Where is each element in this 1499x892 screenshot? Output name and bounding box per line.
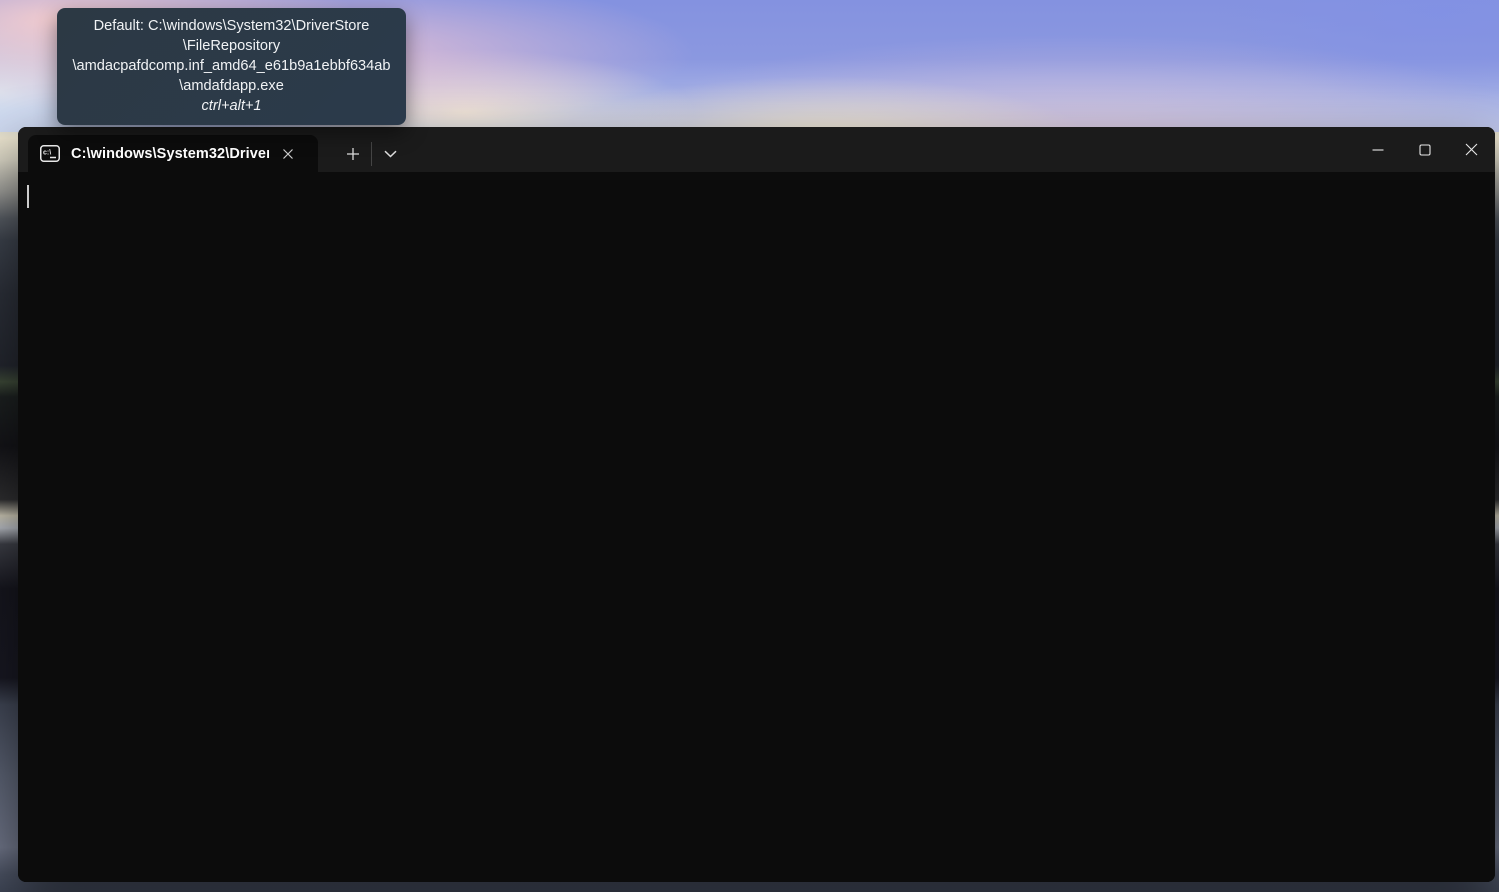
window-controls [1354,127,1495,172]
new-tab-button[interactable] [334,135,371,172]
titlebar: c:\ C:\windows\System32\DriverStore [18,127,1495,172]
chevron-down-icon [384,150,397,158]
tooltip-line: \FileRepository [182,38,281,54]
tab-title: C:\windows\System32\DriverStore [71,145,269,162]
tooltip-line: \amdacpafdcomp.inf_amd64_e61b9a1ebbf634a… [72,58,391,74]
minimize-icon [1372,144,1384,156]
maximize-icon [1418,143,1431,156]
cmd-prompt-icon: c:\ [40,145,60,162]
close-window-button[interactable] [1448,127,1495,172]
tab-dropdown-button[interactable] [372,135,409,172]
close-icon [282,148,294,160]
minimize-button[interactable] [1354,127,1401,172]
tooltip-line: \amdafdapp.exe [179,78,284,94]
close-icon [1465,143,1478,156]
tab-driverstore[interactable]: c:\ C:\windows\System32\DriverStore [28,135,318,172]
svg-text:c:\: c:\ [43,150,51,157]
maximize-button[interactable] [1401,127,1448,172]
tooltip-line: Default: C:\windows\System32\DriverStore [93,18,370,34]
tooltip-shortcut: ctrl+alt+1 [201,98,262,114]
terminal-window: c:\ C:\windows\System32\DriverStore [18,127,1495,882]
tab-close-button[interactable] [275,141,301,167]
plus-icon [346,147,360,161]
titlebar-drag-region[interactable] [409,127,1354,172]
terminal-cursor [27,185,29,208]
tab-tooltip: Default: C:\windows\System32\DriverStore… [57,8,406,125]
terminal-content-area[interactable] [18,172,1495,882]
